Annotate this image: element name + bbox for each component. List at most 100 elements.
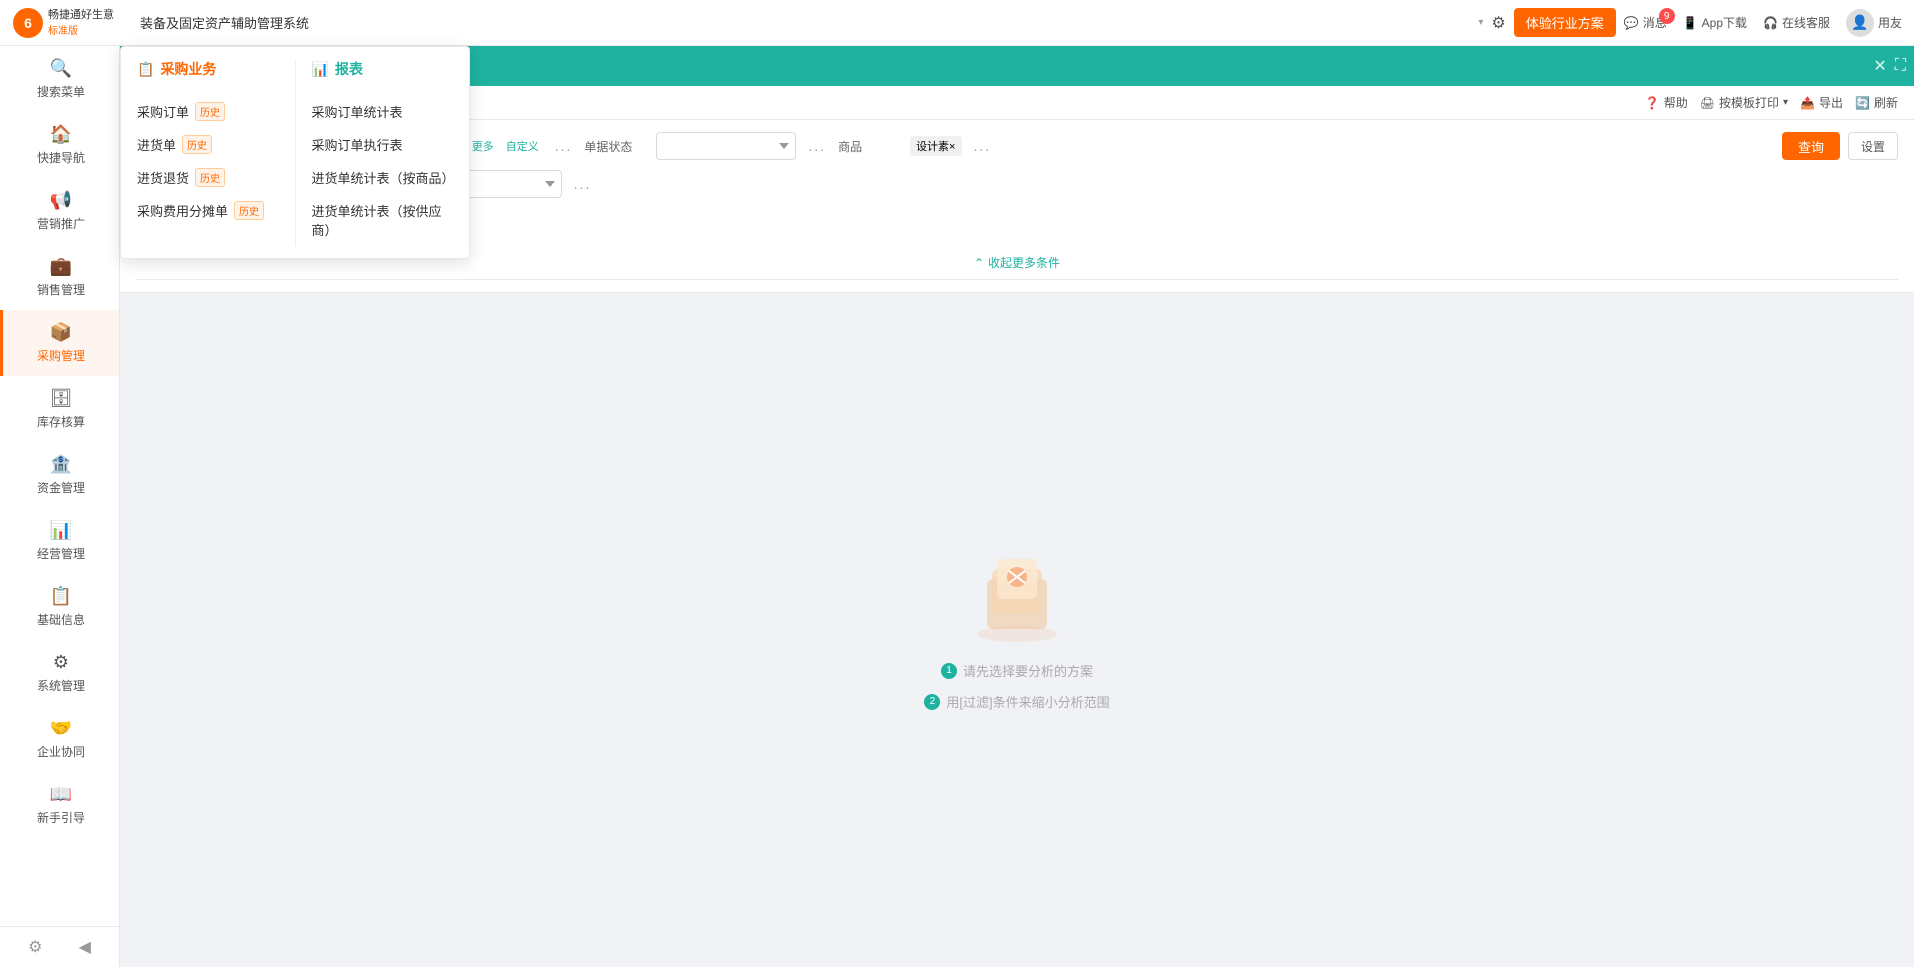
refresh-btn[interactable]: 🔄 刷新 [1855, 94, 1898, 111]
sidebar-label-sales: 销售管理 [37, 281, 85, 298]
logo-icon: 6 [12, 7, 44, 39]
sidebar-item-finance[interactable]: 🏦 资金管理 [0, 442, 119, 508]
headset-icon: 🎧 [1763, 16, 1778, 30]
collapse-icon: ⌃ [974, 256, 984, 270]
sidebar-item-basic[interactable]: 📋 基础信息 [0, 574, 119, 640]
logo-sub: 标准版 [48, 22, 114, 37]
filter-ellipsis-2[interactable]: ... [808, 138, 826, 154]
voucher-status-label: 单据状态 [584, 138, 644, 155]
export-btn[interactable]: 📤 导出 [1800, 94, 1843, 111]
guide-icon: 📖 [50, 784, 72, 805]
empty-hint-1: 1 请先选择要分析的方案 [941, 661, 1093, 680]
print-dropdown[interactable]: ▾ [1783, 97, 1788, 108]
industry-btn[interactable]: 体验行业方案 [1514, 8, 1616, 37]
message-btn[interactable]: 💬 消息 9 [1624, 14, 1667, 31]
sidebar-label-search: 搜索菜单 [37, 83, 85, 100]
search-icon: 🔍 [50, 58, 72, 79]
menu-item-inbound[interactable]: 进货单 历史 [137, 128, 279, 161]
order-stat-label: 采购订单统计表 [312, 102, 403, 121]
finance-icon: 🏦 [50, 454, 72, 475]
user-menu[interactable]: 👤 用友 [1846, 9, 1902, 37]
menu-item-order-exec[interactable]: 采购订单执行表 [312, 128, 454, 161]
inbound-stat-supplier-label: 进货单统计表（按供应商） [312, 201, 454, 239]
sidebar-label-purchase: 采购管理 [37, 347, 85, 364]
sidebar-label-collab: 企业协同 [37, 743, 85, 760]
goods-tag-text: 设计素× [916, 138, 955, 154]
sidebar-label-inventory: 库存核算 [37, 413, 85, 430]
sidebar-item-marketing[interactable]: 📢 营销推广 [0, 178, 119, 244]
online-service-btn[interactable]: 🎧 在线客服 [1763, 14, 1830, 31]
sidebar-bottom: ⚙ ◀ [0, 926, 119, 967]
menu-item-inbound-stat-supplier[interactable]: 进货单统计表（按供应商） [312, 194, 454, 246]
sidebar-item-guide[interactable]: 📖 新手引导 [0, 772, 119, 838]
sidebar-item-search[interactable]: 🔍 搜索菜单 [0, 46, 119, 112]
sidebar-label-basic: 基础信息 [37, 611, 85, 628]
collapse-btn[interactable]: ⌃ 收起更多条件 [974, 254, 1060, 271]
cost-alloc-label: 采购费用分摊单 [137, 201, 228, 220]
message-icon: 💬 [1624, 16, 1639, 30]
sidebar-collapse-btn[interactable]: ◀ [79, 937, 91, 957]
inbound-stat-goods-label: 进货单统计表（按商品） [312, 168, 454, 187]
empty-state: 1 请先选择要分析的方案 2 用[过滤]条件来缩小分析范围 [120, 293, 1914, 967]
sidebar-label-operation: 经营管理 [37, 545, 85, 562]
sidebar-settings-btn[interactable]: ⚙ [28, 937, 42, 957]
goods-tag: 设计素× [910, 136, 961, 156]
settings-icon[interactable]: ⚙ [1491, 13, 1505, 33]
sidebar-item-inventory[interactable]: 🗄 库存核算 [0, 376, 119, 442]
print-icon: 🖨 [1700, 96, 1715, 110]
menu-item-purchase-order[interactable]: 采购订单 历史 [137, 95, 279, 128]
empty-illustration [957, 549, 1077, 649]
logo-text: 畅捷通好生意 [48, 8, 114, 22]
system-title: 装备及固定资产辅助管理系统 [140, 13, 1470, 32]
sidebar-item-collab[interactable]: 🤝 企业协同 [0, 706, 119, 772]
menu-item-return[interactable]: 进货退货 历史 [137, 161, 279, 194]
sales-icon: 💼 [50, 256, 72, 277]
tab-maximize[interactable]: ⛶ [1895, 57, 1906, 75]
menu-item-cost-alloc[interactable]: 采购费用分摊单 历史 [137, 194, 279, 227]
purchase-dropdown-menu: 📋 采购业务 采购订单 历史 进货单 历史 进货退货 历史 采购费用分摊单 历史… [120, 46, 470, 259]
empty-hint-2: 2 用[过滤]条件来缩小分析范围 [924, 692, 1109, 711]
menu-item-inbound-stat-goods[interactable]: 进货单统计表（按商品） [312, 161, 454, 194]
svg-text:6: 6 [24, 15, 32, 31]
sidebar-item-sales[interactable]: 💼 销售管理 [0, 244, 119, 310]
sidebar-label-marketing: 营销推广 [37, 215, 85, 232]
settings-button[interactable]: 设置 [1848, 132, 1898, 160]
collab-icon: 🤝 [50, 718, 72, 739]
purchase-col: 📋 采购业务 采购订单 历史 进货单 历史 进货退货 历史 采购费用分摊单 历史 [121, 59, 295, 246]
voucher-status-select[interactable] [656, 132, 796, 160]
filter-ellipsis-3[interactable]: ... [974, 138, 992, 154]
system-icon: ⚙ [53, 652, 69, 673]
report-col-icon: 📊 [312, 61, 329, 78]
collapse-label: 收起更多条件 [988, 254, 1060, 271]
date-preset-more[interactable]: 更多 [468, 136, 498, 156]
purchase-col-title: 📋 采购业务 [137, 59, 279, 85]
help-btn[interactable]: ❓ 帮助 [1645, 94, 1688, 111]
report-col: 📊 报表 采购订单统计表 采购订单执行表 进货单统计表（按商品） 进货单统计表（… [295, 59, 470, 246]
inventory-icon: 🗄 [50, 388, 73, 409]
inbound-label: 进货单 [137, 135, 176, 154]
goods-label: 商品 [838, 138, 898, 155]
order-exec-label: 采购订单执行表 [312, 135, 403, 154]
export-icon: 📤 [1800, 96, 1815, 110]
menu-item-order-stat[interactable]: 采购订单统计表 [312, 95, 454, 128]
sidebar: 🔍 搜索菜单 🏠 快捷导航 📢 营销推广 💼 销售管理 📦 采购管理 🗄 库存核… [0, 46, 120, 967]
print-btn[interactable]: 🖨 按模板打印 ▾ [1700, 94, 1788, 111]
return-label: 进货退货 [137, 168, 189, 187]
top-bar-actions: 💬 消息 9 📱 App下载 🎧 在线客服 👤 用友 [1624, 9, 1902, 37]
hist-tag-cost-alloc: 历史 [234, 201, 264, 220]
filter-ellipsis-1[interactable]: ... [555, 138, 573, 154]
sidebar-label-guide: 新手引导 [37, 809, 85, 826]
sidebar-item-purchase[interactable]: 📦 采购管理 [0, 310, 119, 376]
filter-ellipsis-5[interactable]: ... [574, 176, 592, 192]
hist-tag-return: 历史 [195, 168, 225, 187]
query-button[interactable]: 查询 [1782, 132, 1840, 160]
phone-icon: 📱 [1683, 16, 1698, 30]
date-preset-custom[interactable]: 自定义 [502, 136, 543, 156]
sidebar-item-system[interactable]: ⚙ 系统管理 [0, 640, 119, 706]
refresh-icon: 🔄 [1855, 96, 1870, 110]
sidebar-item-quicknav[interactable]: 🏠 快捷导航 [0, 112, 119, 178]
system-dropdown-arrow[interactable]: ▾ [1478, 17, 1483, 28]
app-download-btn[interactable]: 📱 App下载 [1683, 14, 1747, 31]
sidebar-item-operation[interactable]: 📊 经营管理 [0, 508, 119, 574]
tab-close-window[interactable]: ✕ [1873, 56, 1886, 76]
